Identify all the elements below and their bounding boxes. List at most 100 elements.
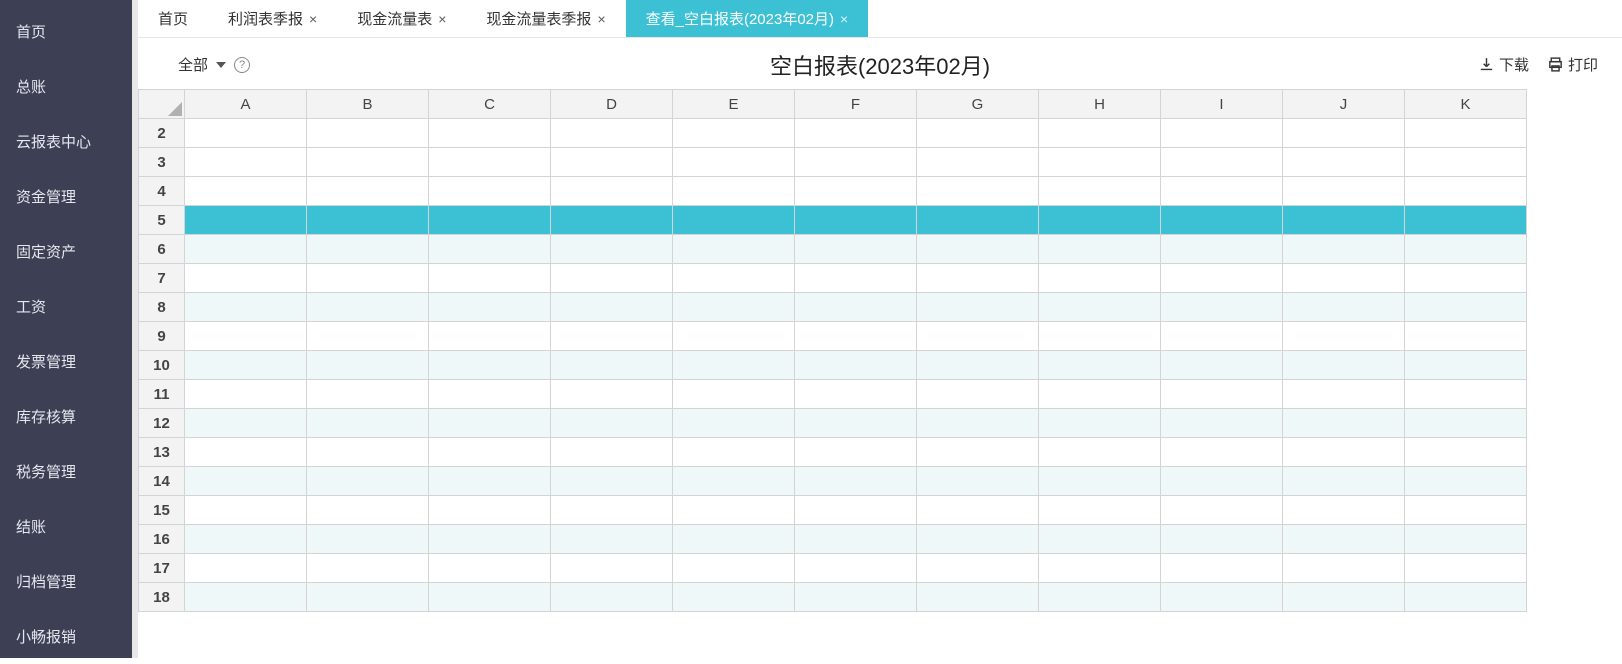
cell-D8[interactable] [551, 293, 673, 322]
print-button[interactable]: 打印 [1547, 54, 1598, 75]
row-header-4[interactable]: 4 [139, 177, 185, 206]
cell-B13[interactable] [307, 438, 429, 467]
cell-F18[interactable] [795, 583, 917, 612]
column-header-K[interactable]: K [1405, 90, 1527, 119]
cell-B5[interactable] [307, 206, 429, 235]
cell-K17[interactable] [1405, 554, 1527, 583]
cell-K7[interactable] [1405, 264, 1527, 293]
cell-D6[interactable] [551, 235, 673, 264]
spreadsheet-container[interactable]: ABCDEFGHIJK23456789101112131415161718 [138, 89, 1622, 658]
cell-I10[interactable] [1161, 351, 1283, 380]
cell-H18[interactable] [1039, 583, 1161, 612]
spreadsheet[interactable]: ABCDEFGHIJK23456789101112131415161718 [138, 89, 1527, 612]
cell-C18[interactable] [429, 583, 551, 612]
cell-C7[interactable] [429, 264, 551, 293]
cell-D12[interactable] [551, 409, 673, 438]
cell-E7[interactable] [673, 264, 795, 293]
cell-G9[interactable] [917, 322, 1039, 351]
cell-A17[interactable] [185, 554, 307, 583]
cell-G17[interactable] [917, 554, 1039, 583]
cell-F16[interactable] [795, 525, 917, 554]
cell-A18[interactable] [185, 583, 307, 612]
row-header-7[interactable]: 7 [139, 264, 185, 293]
cell-B12[interactable] [307, 409, 429, 438]
cell-H9[interactable] [1039, 322, 1161, 351]
cell-G7[interactable] [917, 264, 1039, 293]
cell-C6[interactable] [429, 235, 551, 264]
cell-H6[interactable] [1039, 235, 1161, 264]
cell-J14[interactable] [1283, 467, 1405, 496]
cell-J16[interactable] [1283, 525, 1405, 554]
cell-D10[interactable] [551, 351, 673, 380]
cell-E12[interactable] [673, 409, 795, 438]
column-header-D[interactable]: D [551, 90, 673, 119]
cell-I15[interactable] [1161, 496, 1283, 525]
cell-A2[interactable] [185, 119, 307, 148]
cell-B11[interactable] [307, 380, 429, 409]
cell-E8[interactable] [673, 293, 795, 322]
row-header-15[interactable]: 15 [139, 496, 185, 525]
column-header-A[interactable]: A [185, 90, 307, 119]
cell-G6[interactable] [917, 235, 1039, 264]
cell-F3[interactable] [795, 148, 917, 177]
row-header-8[interactable]: 8 [139, 293, 185, 322]
cell-K5[interactable] [1405, 206, 1527, 235]
cell-K14[interactable] [1405, 467, 1527, 496]
cell-H17[interactable] [1039, 554, 1161, 583]
cell-F2[interactable] [795, 119, 917, 148]
cell-D11[interactable] [551, 380, 673, 409]
cell-J12[interactable] [1283, 409, 1405, 438]
cell-J18[interactable] [1283, 583, 1405, 612]
cell-J3[interactable] [1283, 148, 1405, 177]
cell-B17[interactable] [307, 554, 429, 583]
sidebar-item-11[interactable]: 小畅报销 [0, 609, 132, 664]
row-header-9[interactable]: 9 [139, 322, 185, 351]
cell-D17[interactable] [551, 554, 673, 583]
cell-C4[interactable] [429, 177, 551, 206]
cell-C5[interactable] [429, 206, 551, 235]
column-header-E[interactable]: E [673, 90, 795, 119]
tab-3[interactable]: 现金流量表季报× [466, 0, 625, 37]
column-header-H[interactable]: H [1039, 90, 1161, 119]
cell-E11[interactable] [673, 380, 795, 409]
cell-I7[interactable] [1161, 264, 1283, 293]
cell-C3[interactable] [429, 148, 551, 177]
sidebar-item-9[interactable]: 结账 [0, 499, 132, 554]
cell-I11[interactable] [1161, 380, 1283, 409]
cell-A5[interactable] [185, 206, 307, 235]
column-header-G[interactable]: G [917, 90, 1039, 119]
cell-D5[interactable] [551, 206, 673, 235]
sidebar-item-7[interactable]: 库存核算 [0, 389, 132, 444]
cell-E6[interactable] [673, 235, 795, 264]
cell-E13[interactable] [673, 438, 795, 467]
cell-I14[interactable] [1161, 467, 1283, 496]
cell-B3[interactable] [307, 148, 429, 177]
cell-F6[interactable] [795, 235, 917, 264]
cell-D16[interactable] [551, 525, 673, 554]
cell-H14[interactable] [1039, 467, 1161, 496]
cell-G14[interactable] [917, 467, 1039, 496]
cell-J6[interactable] [1283, 235, 1405, 264]
row-header-14[interactable]: 14 [139, 467, 185, 496]
cell-H2[interactable] [1039, 119, 1161, 148]
cell-K8[interactable] [1405, 293, 1527, 322]
cell-H10[interactable] [1039, 351, 1161, 380]
cell-J4[interactable] [1283, 177, 1405, 206]
cell-C11[interactable] [429, 380, 551, 409]
cell-I5[interactable] [1161, 206, 1283, 235]
cell-F8[interactable] [795, 293, 917, 322]
cell-A12[interactable] [185, 409, 307, 438]
row-header-18[interactable]: 18 [139, 583, 185, 612]
cell-H13[interactable] [1039, 438, 1161, 467]
cell-A4[interactable] [185, 177, 307, 206]
cell-E18[interactable] [673, 583, 795, 612]
cell-C14[interactable] [429, 467, 551, 496]
cell-E17[interactable] [673, 554, 795, 583]
cell-D18[interactable] [551, 583, 673, 612]
cell-D2[interactable] [551, 119, 673, 148]
cell-G10[interactable] [917, 351, 1039, 380]
cell-C17[interactable] [429, 554, 551, 583]
cell-J15[interactable] [1283, 496, 1405, 525]
close-icon[interactable]: × [438, 11, 446, 27]
row-header-5[interactable]: 5 [139, 206, 185, 235]
